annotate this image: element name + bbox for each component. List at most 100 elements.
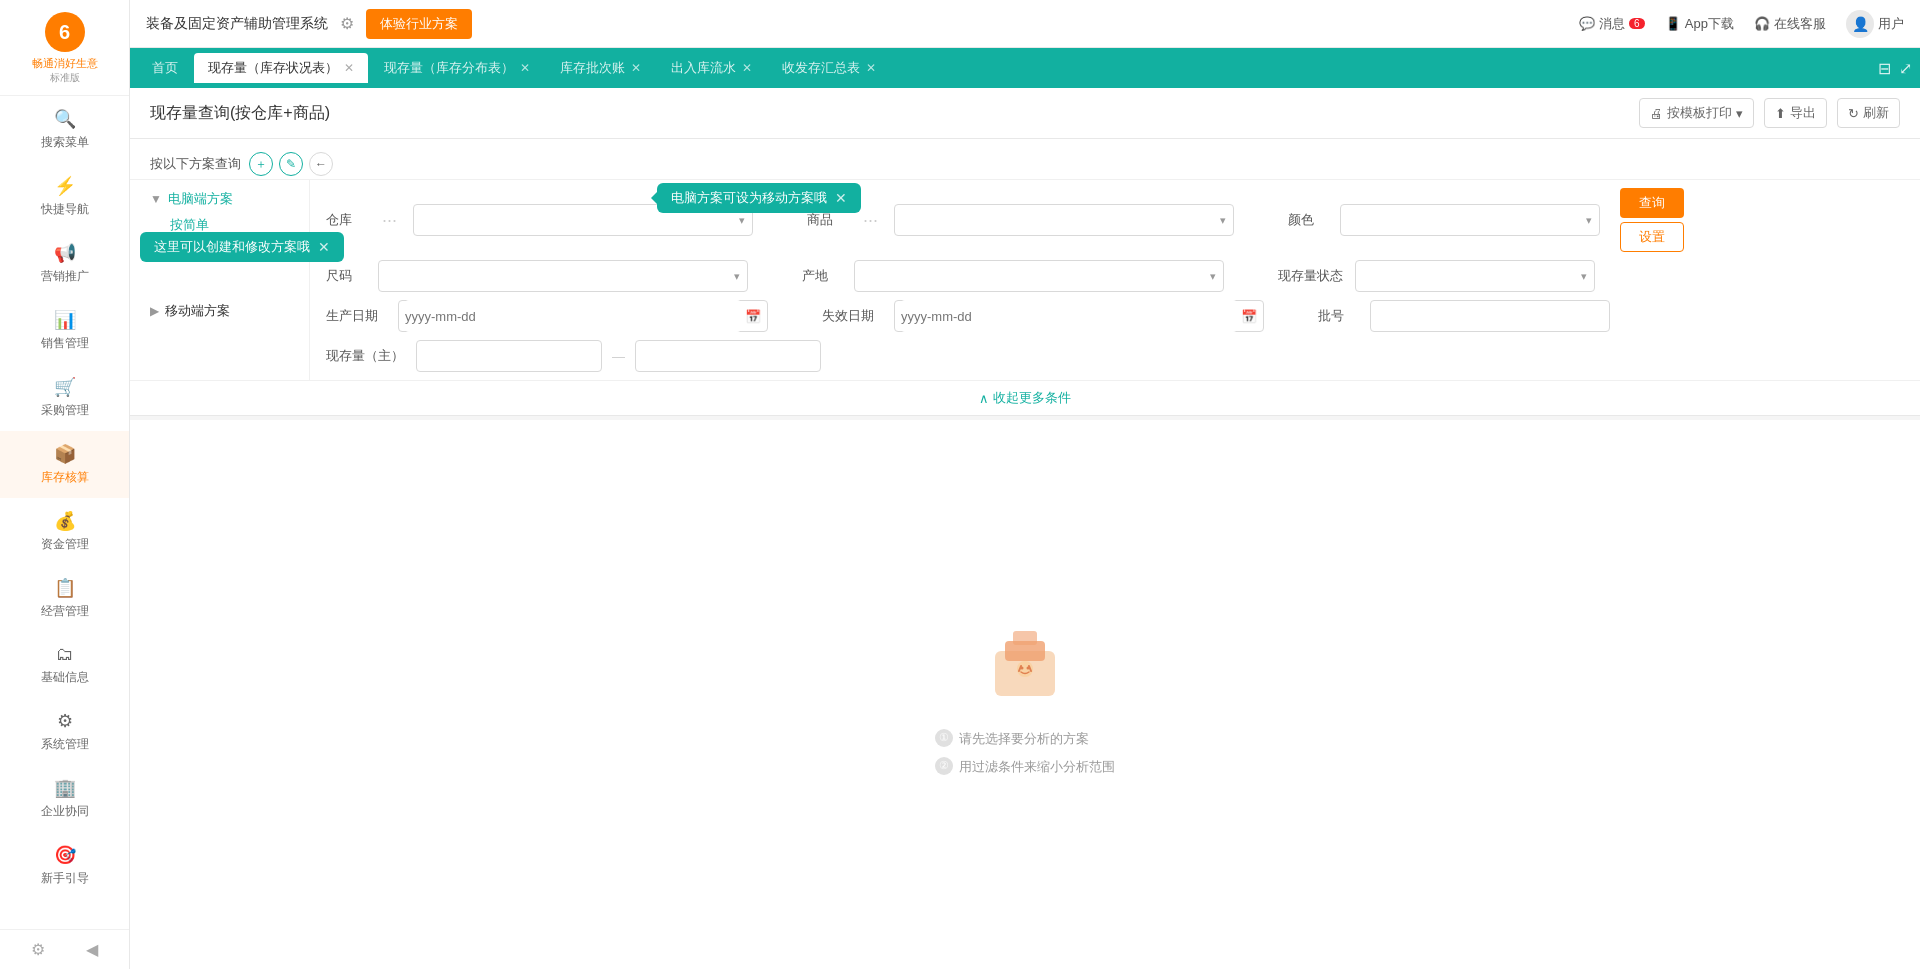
- app-download-label: App下载: [1685, 15, 1734, 33]
- search-button[interactable]: 查询: [1620, 188, 1684, 218]
- chart-icon: 📊: [54, 309, 76, 331]
- tab-close-icon[interactable]: ✕: [742, 61, 752, 75]
- range-separator: —: [606, 349, 631, 364]
- origin-select[interactable]: [854, 260, 1224, 292]
- sidebar-nav: 🔍 搜索菜单 ⚡ 快捷导航 📢 营销推广 📊 销售管理 🛒 采购管理 📦 库存核…: [0, 96, 129, 929]
- scheme-mobile[interactable]: ▶ 移动端方案: [150, 298, 309, 324]
- left-arrow-btn[interactable]: ←: [309, 152, 333, 176]
- sidebar-item-purchase[interactable]: 🛒 采购管理: [0, 364, 129, 431]
- sidebar-bottom: ⚙ ◀: [0, 929, 129, 969]
- sidebar-item-system[interactable]: ⚙ 系统管理: [0, 698, 129, 765]
- system-title: 装备及固定资产辅助管理系统: [146, 15, 328, 33]
- tooltip-2-close[interactable]: ✕: [318, 239, 330, 255]
- sidebar-item-label: 基础信息: [41, 669, 89, 686]
- sidebar-item-sales[interactable]: 📊 销售管理: [0, 297, 129, 364]
- size-select[interactable]: [378, 260, 748, 292]
- filter-row-4: 现存量（主） —: [326, 340, 1904, 372]
- tooltip-1-close[interactable]: ✕: [835, 190, 847, 206]
- sidebar-item-label: 经营管理: [41, 603, 89, 620]
- settings-bottom-icon[interactable]: ⚙: [31, 940, 45, 959]
- tab-close-icon[interactable]: ✕: [631, 61, 641, 75]
- header-gear-icon[interactable]: ⚙: [340, 14, 354, 33]
- export-icon: ⬆: [1775, 106, 1786, 121]
- tab-close-icon[interactable]: ✕: [520, 61, 530, 75]
- collapse-label: 收起更多条件: [993, 389, 1071, 407]
- tab-inventory-dist[interactable]: 现存量（库存分布表） ✕: [370, 53, 544, 83]
- step-2-circle: ②: [935, 757, 953, 775]
- stock-qty-label: 现存量（主）: [326, 347, 404, 365]
- goods-label: 商品: [807, 211, 847, 229]
- step-2-text: 用过滤条件来缩小分析范围: [959, 755, 1115, 778]
- app-download-item[interactable]: 📱 App下载: [1665, 15, 1734, 33]
- edit-scheme-btn[interactable]: ✎: [279, 152, 303, 176]
- set-button[interactable]: 设置: [1620, 222, 1684, 252]
- collapse-more[interactable]: ∧ 收起更多条件: [130, 380, 1920, 415]
- tab-close-icon[interactable]: ✕: [344, 61, 354, 75]
- sidebar-item-label: 采购管理: [41, 402, 89, 419]
- cart-icon: 🛒: [54, 376, 76, 398]
- stock-qty-end[interactable]: [635, 340, 821, 372]
- expiry-date-input[interactable]: [901, 300, 1237, 332]
- sidebar-item-enterprise[interactable]: 🏢 企业协同: [0, 765, 129, 832]
- tab-home[interactable]: 首页: [138, 53, 192, 83]
- tab-minimize-icon[interactable]: ⊟: [1878, 59, 1891, 78]
- stock-status-select-wrapper: ▾: [1355, 260, 1595, 292]
- tab-inventory-status[interactable]: 现存量（库存状况表） ✕: [194, 53, 368, 83]
- online-support-item[interactable]: 🎧 在线客服: [1754, 15, 1826, 33]
- tab-expand-icon[interactable]: ⤢: [1899, 59, 1912, 78]
- sidebar-item-quick-nav[interactable]: ⚡ 快捷导航: [0, 163, 129, 230]
- sidebar: 6 畅通消好生意 标准版 🔍 搜索菜单 ⚡ 快捷导航 📢 营销推广 📊 销售管理…: [0, 0, 130, 969]
- collapse-icon[interactable]: ◀: [86, 940, 98, 959]
- industry-btn[interactable]: 体验行业方案: [366, 9, 472, 39]
- sidebar-item-marketing[interactable]: 📢 营销推广: [0, 230, 129, 297]
- filter-row-3: 生产日期 📅 失效日期 📅 批号: [326, 300, 1904, 332]
- warehouse-dots: ···: [382, 210, 397, 231]
- production-date-label: 生产日期: [326, 307, 386, 325]
- sidebar-item-search-menu[interactable]: 🔍 搜索菜单: [0, 96, 129, 163]
- user-item[interactable]: 👤 用户: [1846, 10, 1904, 38]
- sidebar-item-guide[interactable]: 🎯 新手引导: [0, 832, 129, 899]
- tab-in-out-flow[interactable]: 出入库流水 ✕: [657, 53, 766, 83]
- sidebar-item-label: 快捷导航: [41, 201, 89, 218]
- warehouse-label: 仓库: [326, 211, 366, 229]
- goods-select[interactable]: [894, 204, 1234, 236]
- production-date-start[interactable]: [405, 300, 741, 332]
- building-icon: 🏢: [54, 777, 76, 799]
- sidebar-item-finance[interactable]: 💰 资金管理: [0, 498, 129, 565]
- refresh-button[interactable]: ↻ 刷新: [1837, 98, 1900, 128]
- stock-status-select[interactable]: [1355, 260, 1595, 292]
- step-1-circle: ①: [935, 729, 953, 747]
- print-icon: 🖨: [1650, 106, 1663, 121]
- message-label: 消息: [1599, 15, 1625, 33]
- scheme-desktop[interactable]: ▼ 电脑端方案: [150, 186, 309, 212]
- message-item[interactable]: 💬 消息 6: [1579, 15, 1645, 33]
- headset-icon: 🎧: [1754, 16, 1770, 31]
- tab-batch-account[interactable]: 库存批次账 ✕: [546, 53, 655, 83]
- tab-bar: 首页 现存量（库存状况表） ✕ 现存量（库存分布表） ✕ 库存批次账 ✕ 出入库…: [130, 48, 1920, 88]
- user-label: 用户: [1878, 15, 1904, 33]
- calendar-icon[interactable]: 📅: [1241, 309, 1257, 324]
- tab-label: 现存量（库存状况表）: [208, 59, 338, 77]
- page-title: 现存量查询(按仓库+商品): [150, 103, 330, 124]
- lightning-icon: ⚡: [54, 175, 76, 197]
- calendar-icon[interactable]: 📅: [745, 309, 761, 324]
- filter-toolbar: 按以下方案查询 ＋ ✎ ← 电脑方案可设为移动方案哦 ✕: [130, 139, 1920, 180]
- stock-qty-start[interactable]: [416, 340, 602, 372]
- size-label: 尺码: [326, 267, 366, 285]
- sidebar-item-basic[interactable]: 🗂 基础信息: [0, 632, 129, 698]
- template-print-button[interactable]: 🖨 按模板打印 ▾: [1639, 98, 1754, 128]
- chevron-up-icon: ∧: [979, 391, 989, 406]
- filter-row-1: 仓库 ··· ▾ 商品 ··· ▾: [326, 188, 1904, 252]
- export-button[interactable]: ⬆ 导出: [1764, 98, 1827, 128]
- sidebar-item-inventory[interactable]: 📦 库存核算: [0, 431, 129, 498]
- goods-dots: ···: [863, 210, 878, 231]
- batch-no-input[interactable]: [1370, 300, 1610, 332]
- tab-collect-issue[interactable]: 收发存汇总表 ✕: [768, 53, 890, 83]
- sidebar-item-operations[interactable]: 📋 经营管理: [0, 565, 129, 632]
- tab-close-icon[interactable]: ✕: [866, 61, 876, 75]
- origin-label: 产地: [802, 267, 842, 285]
- logo-icon: 6: [45, 12, 85, 52]
- add-scheme-btn[interactable]: ＋: [249, 152, 273, 176]
- color-select[interactable]: [1340, 204, 1600, 236]
- tab-label: 收发存汇总表: [782, 59, 860, 77]
